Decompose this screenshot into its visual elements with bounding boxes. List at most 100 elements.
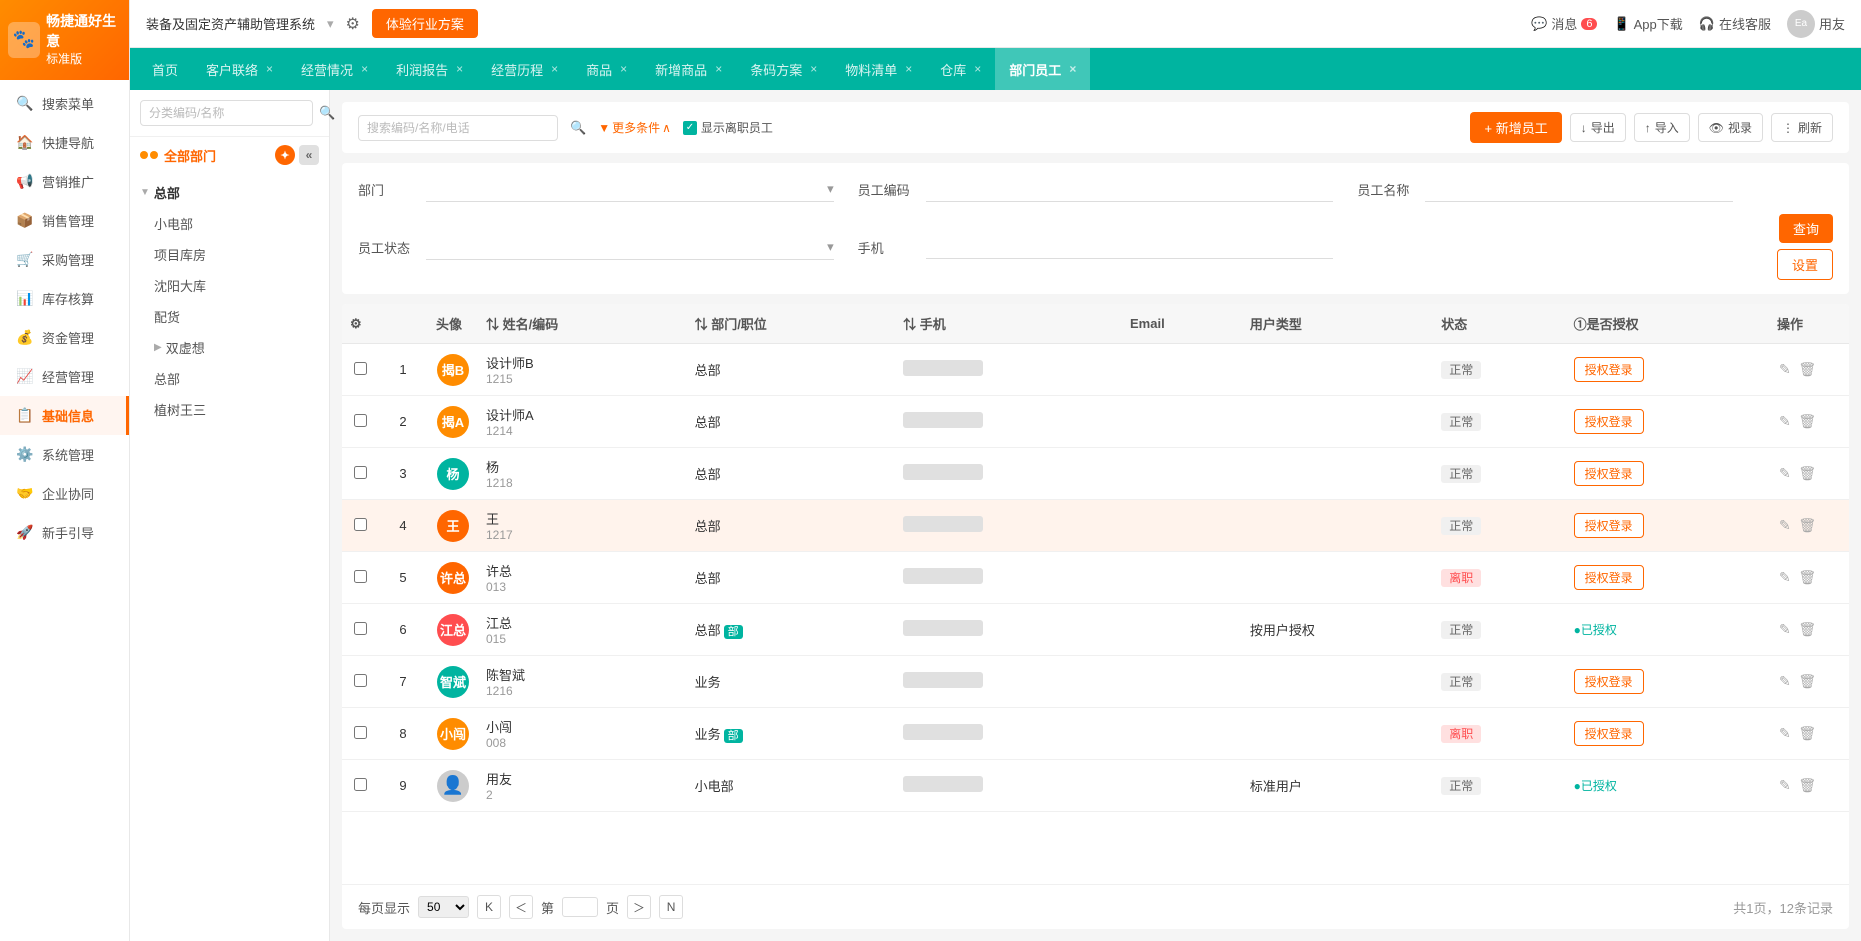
show-inactive-toggle[interactable]: ✓ 显示离职员工: [683, 119, 773, 136]
table-scroll[interactable]: ⚙ 头像 ⇅ 姓名/编码 ⇅ 部门/职位 ⇅ 手机: [342, 304, 1849, 884]
row-checkbox[interactable]: [342, 760, 378, 812]
tab-close-profit[interactable]: ×: [456, 62, 463, 76]
more-btn[interactable]: ⋮ 刷新: [1771, 113, 1833, 142]
auth-btn[interactable]: 授权登录: [1574, 565, 1644, 590]
tab-bom[interactable]: 物料清单 ×: [831, 48, 926, 90]
edit-btn[interactable]: ✎: [1779, 361, 1791, 377]
sidebar-item-inventory[interactable]: 📊 库存核算: [0, 279, 129, 318]
tree-node-distribution[interactable]: 配货: [130, 301, 329, 332]
tab-add-goods[interactable]: 新增商品 ×: [641, 48, 736, 90]
row-auth[interactable]: 授权登录: [1566, 344, 1769, 396]
auth-btn[interactable]: 授权登录: [1574, 669, 1644, 694]
sidebar-item-basic-info[interactable]: 📋 基础信息: [0, 396, 129, 435]
row-auth[interactable]: 授权登录: [1566, 396, 1769, 448]
prev-page-btn[interactable]: ＜: [509, 895, 533, 919]
tree-search-input[interactable]: [140, 100, 313, 126]
more-conditions-btn[interactable]: ▼ 更多条件 ∧: [598, 119, 671, 136]
export-btn[interactable]: ↓ 导出: [1570, 113, 1626, 142]
tab-history[interactable]: 经营历程 ×: [477, 48, 572, 90]
tree-node-shuangxu[interactable]: ▶ 双虚想: [130, 332, 329, 363]
delete-btn[interactable]: 🗑: [1798, 725, 1816, 741]
query-btn[interactable]: 查询: [1779, 214, 1833, 243]
row-checkbox[interactable]: [342, 344, 378, 396]
tab-close-customer[interactable]: ×: [266, 62, 273, 76]
collapse-btn[interactable]: «: [299, 145, 319, 165]
auth-btn[interactable]: 授权登录: [1574, 409, 1644, 434]
last-page-btn[interactable]: N: [659, 895, 683, 919]
edit-btn[interactable]: ✎: [1779, 725, 1791, 741]
gear-icon[interactable]: ⚙: [346, 14, 360, 34]
tab-goods[interactable]: 商品 ×: [572, 48, 641, 90]
sidebar-item-collab[interactable]: 🤝 企业协同: [0, 474, 129, 513]
row-checkbox[interactable]: [342, 500, 378, 552]
row-auth[interactable]: 授权登录: [1566, 552, 1769, 604]
edit-btn[interactable]: ✎: [1779, 621, 1791, 637]
row-checkbox-input[interactable]: [354, 674, 367, 687]
tree-node-project-warehouse[interactable]: 项目库房: [130, 239, 329, 270]
tab-close-history[interactable]: ×: [551, 62, 558, 76]
delete-btn[interactable]: 🗑: [1798, 465, 1816, 481]
auth-btn[interactable]: 授权登录: [1574, 513, 1644, 538]
tab-profit[interactable]: 利润报告 ×: [382, 48, 477, 90]
tab-close-goods[interactable]: ×: [620, 62, 627, 76]
search-btn-icon[interactable]: 🔍: [570, 120, 586, 136]
row-checkbox[interactable]: [342, 552, 378, 604]
sidebar-item-quick-nav[interactable]: 🏠 快捷导航: [0, 123, 129, 162]
tab-barcode[interactable]: 条码方案 ×: [736, 48, 831, 90]
reset-btn[interactable]: 设置: [1777, 249, 1833, 280]
tab-close-dept-emp[interactable]: ×: [1069, 62, 1076, 76]
row-checkbox[interactable]: [342, 604, 378, 656]
row-checkbox-input[interactable]: [354, 518, 367, 531]
auth-btn[interactable]: 授权登录: [1574, 461, 1644, 486]
page-number-input[interactable]: 1: [562, 897, 598, 917]
sidebar-item-finance[interactable]: 💰 资金管理: [0, 318, 129, 357]
dept-select[interactable]: ▾: [426, 177, 834, 202]
row-checkbox[interactable]: [342, 396, 378, 448]
first-page-btn[interactable]: K: [477, 895, 501, 919]
row-auth[interactable]: 授权登录: [1566, 448, 1769, 500]
sidebar-item-operation[interactable]: 📈 经营管理: [0, 357, 129, 396]
user-avatar[interactable]: Ea 用友: [1787, 10, 1845, 38]
edit-btn[interactable]: ✎: [1779, 517, 1791, 533]
sidebar-item-sales[interactable]: 📦 销售管理: [0, 201, 129, 240]
edit-btn[interactable]: ✎: [1779, 413, 1791, 429]
edit-btn[interactable]: ✎: [1779, 777, 1791, 793]
row-checkbox-input[interactable]: [354, 622, 367, 635]
auth-btn[interactable]: 授权登录: [1574, 721, 1644, 746]
col-settings[interactable]: ⚙: [342, 304, 378, 344]
app-download-btn[interactable]: 📱 App下载: [1613, 14, 1682, 33]
online-support-btn[interactable]: 🎧 在线客服: [1699, 14, 1771, 33]
delete-btn[interactable]: 🗑: [1798, 361, 1816, 377]
sidebar-item-purchase[interactable]: 🛒 采购管理: [0, 240, 129, 279]
edit-btn[interactable]: ✎: [1779, 569, 1791, 585]
row-checkbox[interactable]: [342, 708, 378, 760]
row-checkbox-input[interactable]: [354, 778, 367, 791]
add-employee-btn[interactable]: + 新增员工: [1470, 112, 1561, 143]
tab-home[interactable]: 首页: [138, 48, 192, 90]
per-page-select[interactable]: 50 100 200: [418, 896, 469, 918]
row-checkbox[interactable]: [342, 656, 378, 708]
col-dept[interactable]: ⇅ 部门/职位: [687, 304, 896, 344]
delete-btn[interactable]: 🗑: [1798, 621, 1816, 637]
tab-warehouse[interactable]: 仓库 ×: [926, 48, 995, 90]
sidebar-item-search[interactable]: 🔍 搜索菜单: [0, 84, 129, 123]
auth-btn[interactable]: 授权登录: [1574, 357, 1644, 382]
row-checkbox[interactable]: [342, 448, 378, 500]
inactive-checkbox[interactable]: ✓: [683, 121, 697, 135]
message-btn[interactable]: 💬 消息 6: [1531, 14, 1597, 33]
next-page-btn[interactable]: ＞: [627, 895, 651, 919]
row-checkbox-input[interactable]: [354, 570, 367, 583]
sidebar-item-marketing[interactable]: 📢 营销推广: [0, 162, 129, 201]
add-dept-btn[interactable]: ✦: [275, 145, 295, 165]
status-select[interactable]: ▾: [426, 235, 834, 260]
experience-btn[interactable]: 体验行业方案: [372, 9, 478, 38]
tab-close-bom[interactable]: ×: [905, 62, 912, 76]
delete-btn[interactable]: 🗑: [1798, 777, 1816, 793]
edit-btn[interactable]: ✎: [1779, 465, 1791, 481]
row-checkbox-input[interactable]: [354, 362, 367, 375]
tab-close-operation-status[interactable]: ×: [361, 62, 368, 76]
row-auth[interactable]: 授权登录: [1566, 500, 1769, 552]
row-checkbox-input[interactable]: [354, 466, 367, 479]
tree-node-plant-trees[interactable]: 植树王三: [130, 394, 329, 425]
row-checkbox-input[interactable]: [354, 414, 367, 427]
